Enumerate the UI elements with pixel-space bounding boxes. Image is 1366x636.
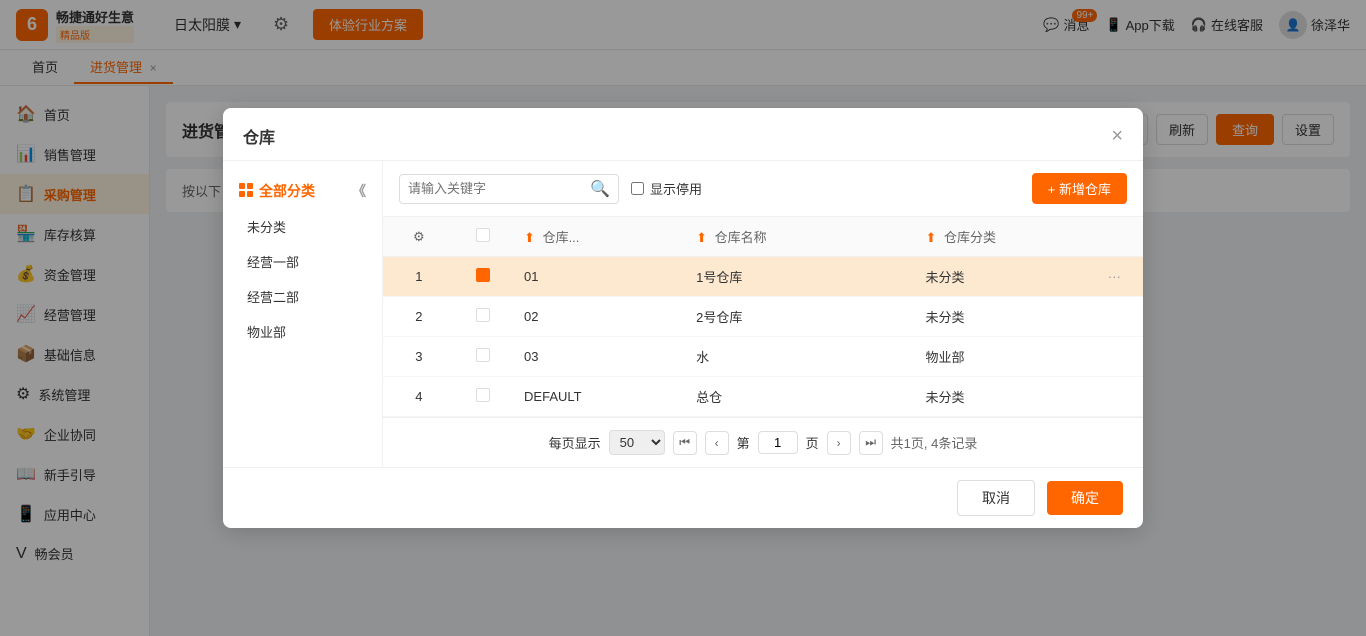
row-more[interactable]: ···	[1086, 257, 1143, 297]
pagination: 每页显示 50 20 100 ⏮ ‹ 第 页 › ⏭ 共1页, 4条记录	[383, 417, 1143, 467]
row-category: 未分类	[914, 257, 1086, 297]
search-input[interactable]	[408, 181, 584, 196]
row-checkbox[interactable]	[455, 297, 512, 337]
table-body: 1 01 1号仓库 未分类 ··· 2 02 2号仓库 未分类 3 03 水 物…	[383, 257, 1143, 417]
row-index: 3	[383, 337, 455, 377]
category-item-dept2[interactable]: 经营二部	[223, 279, 382, 314]
row-more[interactable]	[1086, 297, 1143, 337]
page-unit: 页	[806, 433, 819, 452]
row-category: 未分类	[914, 377, 1086, 417]
warehouse-modal: 仓库 × 全部分类 《 未分类 经	[223, 108, 1143, 528]
table-header-code[interactable]: ⬆ 仓库...	[512, 217, 684, 257]
row-code: DEFAULT	[512, 377, 684, 417]
row-index: 4	[383, 377, 455, 417]
page-total-info: 共1页, 4条记录	[891, 433, 978, 452]
table-header-category[interactable]: ⬆ 仓库分类	[914, 217, 1086, 257]
show-disabled-checkbox[interactable]: 显示停用	[631, 179, 702, 198]
search-input-wrap: 🔍	[399, 174, 619, 204]
show-disabled-input[interactable]	[631, 182, 644, 195]
row-name: 水	[684, 337, 913, 377]
sort-icon-name: ⬆	[696, 230, 707, 245]
category-collapse-button[interactable]: 《	[352, 181, 366, 201]
table-header-name[interactable]: ⬆ 仓库名称	[684, 217, 913, 257]
cancel-button[interactable]: 取消	[957, 480, 1035, 516]
table-row[interactable]: 2 02 2号仓库 未分类	[383, 297, 1143, 337]
table-header-more	[1086, 217, 1143, 257]
data-table: ⚙ ⬆ 仓库... ⬆ 仓库名称	[383, 217, 1143, 417]
row-name: 总仓	[684, 377, 913, 417]
category-sidebar: 全部分类 《 未分类 经营一部 经营二部 物业部	[223, 161, 383, 467]
row-name: 2号仓库	[684, 297, 913, 337]
sort-icon-code: ⬆	[524, 230, 535, 245]
modal-footer: 取消 确定	[223, 467, 1143, 528]
page-prev-button[interactable]: ‹	[705, 431, 729, 455]
sort-icon-cat: ⬆	[926, 230, 937, 245]
row-code: 03	[512, 337, 684, 377]
row-checkbox[interactable]	[455, 337, 512, 377]
category-item-uncategorized[interactable]: 未分类	[223, 209, 382, 244]
page-next-button[interactable]: ›	[827, 431, 851, 455]
row-category: 物业部	[914, 337, 1086, 377]
row-index: 2	[383, 297, 455, 337]
all-category-button[interactable]: 全部分类 《	[223, 173, 382, 209]
page-first-button[interactable]: ⏮	[673, 431, 697, 455]
modal-body: 全部分类 《 未分类 经营一部 经营二部 物业部 🔍	[223, 161, 1143, 467]
page-input[interactable]	[758, 431, 798, 454]
confirm-button[interactable]: 确定	[1047, 481, 1123, 515]
search-icon[interactable]: 🔍	[590, 179, 610, 199]
select-all-checkbox[interactable]	[476, 228, 490, 242]
modal-title: 仓库	[243, 124, 275, 148]
row-category: 未分类	[914, 297, 1086, 337]
category-item-property[interactable]: 物业部	[223, 314, 382, 349]
table-row[interactable]: 4 DEFAULT 总仓 未分类	[383, 377, 1143, 417]
modal-close-button[interactable]: ×	[1111, 125, 1123, 148]
table-row[interactable]: 1 01 1号仓库 未分类 ···	[383, 257, 1143, 297]
page-last-button[interactable]: ⏭	[859, 431, 883, 455]
table-header-check	[455, 217, 512, 257]
table-header-row: ⚙ ⬆ 仓库... ⬆ 仓库名称	[383, 217, 1143, 257]
new-warehouse-button[interactable]: + 新增仓库	[1032, 173, 1127, 204]
row-code: 01	[512, 257, 684, 297]
modal-header: 仓库 ×	[223, 108, 1143, 161]
table-gear-icon[interactable]: ⚙	[413, 229, 425, 244]
category-item-dept1[interactable]: 经营一部	[223, 244, 382, 279]
grid-icon	[239, 183, 253, 200]
row-index: 1	[383, 257, 455, 297]
table-row[interactable]: 3 03 水 物业部	[383, 337, 1143, 377]
row-name: 1号仓库	[684, 257, 913, 297]
row-code: 02	[512, 297, 684, 337]
modal-toolbar: 🔍 显示停用 + 新增仓库	[383, 161, 1143, 217]
row-checkbox[interactable]	[455, 377, 512, 417]
per-page-select[interactable]: 50 20 100	[609, 430, 665, 455]
row-more[interactable]	[1086, 377, 1143, 417]
row-checkbox[interactable]	[455, 257, 512, 297]
warehouse-table: ⚙ ⬆ 仓库... ⬆ 仓库名称	[383, 217, 1143, 417]
page-label: 第	[737, 433, 750, 452]
table-header-gear: ⚙	[383, 217, 455, 257]
row-more[interactable]	[1086, 337, 1143, 377]
main-panel: 🔍 显示停用 + 新增仓库 ⚙	[383, 161, 1143, 467]
